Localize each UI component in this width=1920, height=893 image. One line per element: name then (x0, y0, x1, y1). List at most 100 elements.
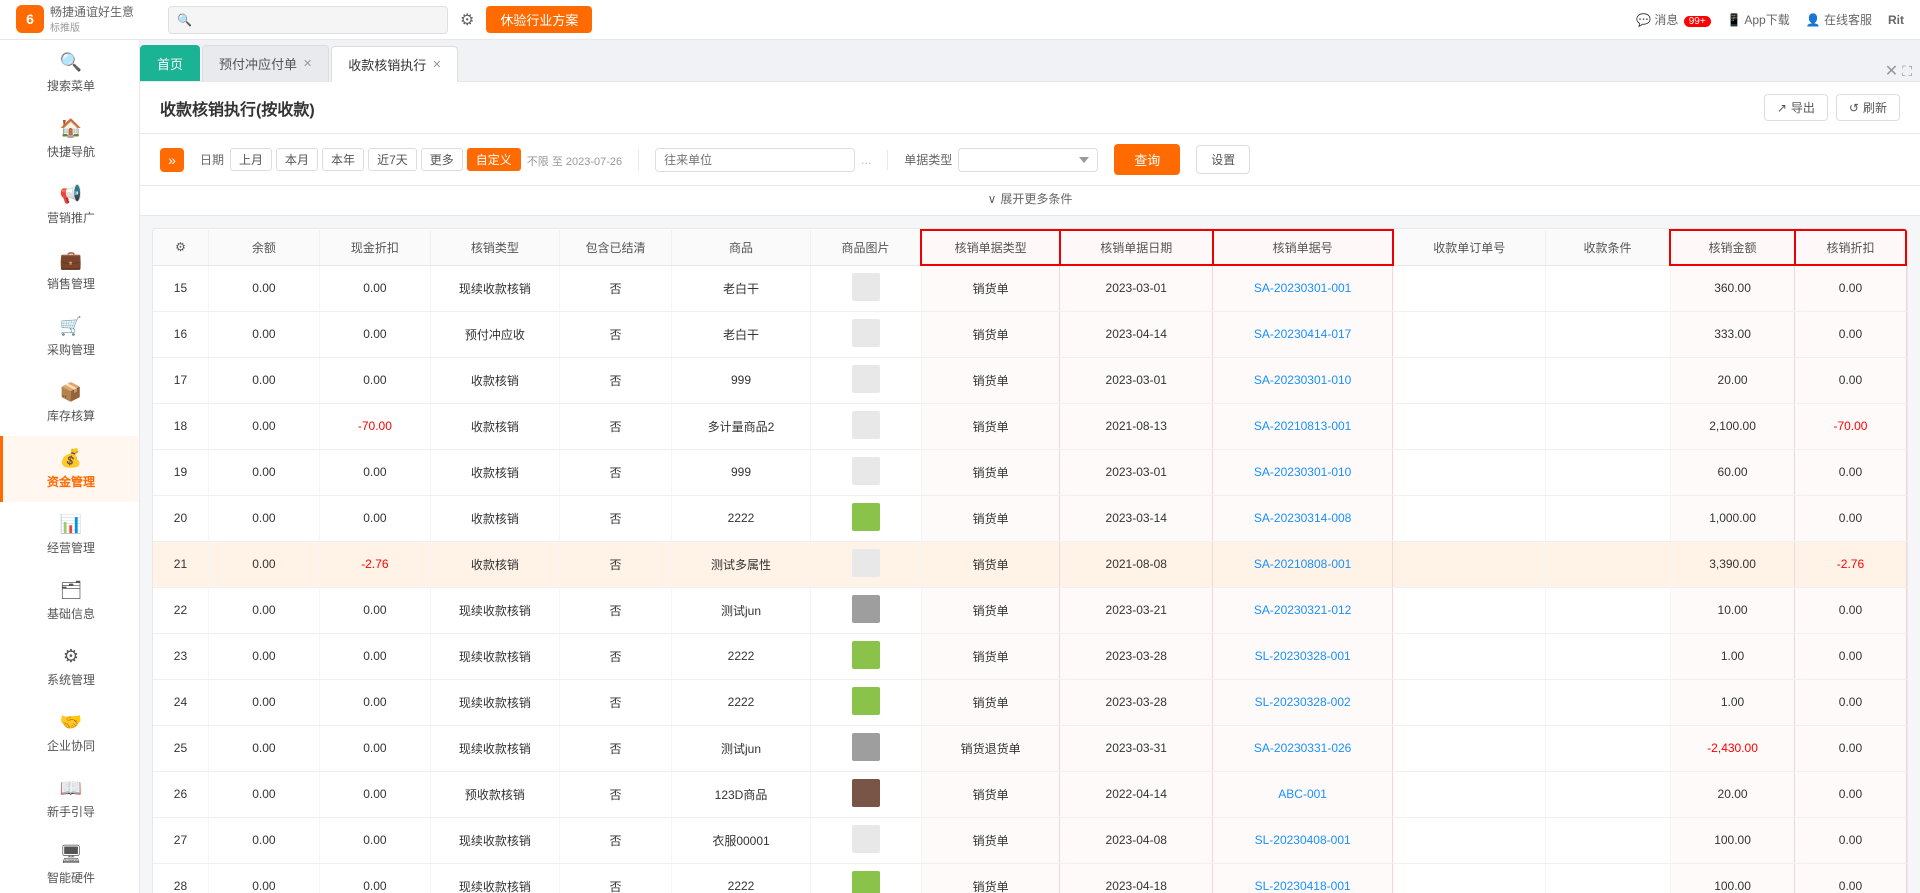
cell-voucher_no[interactable]: SA-20210808-001 (1213, 541, 1393, 587)
sidebar-item-quicknav[interactable]: 🏠快捷导航 (0, 106, 139, 172)
sidebar-item-label: 快捷导航 (47, 143, 95, 160)
tab-bar: 首页预付冲应付单✕收款核销执行✕ ✕ ⛶ (140, 40, 1920, 82)
sidebar-item-corp[interactable]: 🤝企业协同 (0, 700, 139, 766)
date-btn-this-year[interactable]: 本年 (322, 148, 364, 171)
table-row: 250.000.00现续收款核销否测试jun销货退货单2023-03-31SA-… (153, 725, 1906, 771)
industry-solution-button[interactable]: 休验行业方案 (486, 6, 592, 33)
voucher-no-link[interactable]: SL-20230328-002 (1255, 695, 1351, 709)
sidebar-item-guide[interactable]: 📖新手引导 (0, 766, 139, 832)
cell-voucher_no[interactable]: SA-20230331-026 (1213, 725, 1393, 771)
cell-voucher_no[interactable]: ABC-001 (1213, 771, 1393, 817)
cell-voucher_no[interactable]: SA-20230301-010 (1213, 357, 1393, 403)
cell-receipt_order (1393, 403, 1546, 449)
cell-voucher_no[interactable]: SA-20230301-001 (1213, 265, 1393, 311)
cell-voucher_type: 销货单 (921, 357, 1060, 403)
voucher-no-link[interactable]: SL-20230418-001 (1255, 879, 1351, 893)
voucher-no-link[interactable]: SA-20230301-001 (1254, 281, 1351, 295)
sidebar-item-marketing[interactable]: 📢营销推广 (0, 172, 139, 238)
export-button[interactable]: ↗ 导出 (1764, 94, 1828, 121)
voucher-no-link[interactable]: SA-20230331-026 (1254, 741, 1351, 755)
cell-voucher_no[interactable]: SA-20230301-010 (1213, 449, 1393, 495)
expand-conditions-button[interactable]: ∨ 展开更多条件 (988, 190, 1073, 207)
message-badge: 99+ (1684, 16, 1711, 27)
partner-input[interactable] (655, 148, 855, 172)
date-btn-this-month[interactable]: 本月 (276, 148, 318, 171)
date-btn-more[interactable]: 更多 (421, 148, 463, 171)
cell-verify_discount: 0.00 (1795, 587, 1906, 633)
cell-verify_amount: 60.00 (1670, 449, 1795, 495)
cell-included: 否 (559, 587, 671, 633)
settings-button[interactable]: 设置 (1196, 145, 1250, 174)
voucher-no-link[interactable]: SL-20230328-001 (1255, 649, 1351, 663)
voucher-no-link[interactable]: SL-20230408-001 (1255, 833, 1351, 847)
cell-voucher_no[interactable]: SA-20210813-001 (1213, 403, 1393, 449)
filter-divider-1 (638, 150, 639, 170)
cell-voucher_no[interactable]: SA-20230314-008 (1213, 495, 1393, 541)
close-window-icon[interactable]: ✕ (1885, 61, 1898, 81)
cell-included: 否 (559, 817, 671, 863)
top-search-bar[interactable]: 🔍 (168, 6, 448, 34)
app-download-button[interactable]: 📱 App下载 (1727, 11, 1790, 28)
cell-verify_type: 现续收款核销 (430, 633, 559, 679)
sidebar-item-basic[interactable]: 🗂基础信息 (0, 568, 139, 634)
voucher-no-link[interactable]: SA-20210813-001 (1254, 419, 1351, 433)
tab-close-collect[interactable]: ✕ (432, 58, 441, 71)
cell-product: 衣服00001 (672, 817, 811, 863)
cell-receipt_terms (1545, 587, 1670, 633)
tab-prepay[interactable]: 预付冲应付单✕ (202, 45, 329, 81)
cell-voucher_no[interactable]: SL-20230328-002 (1213, 679, 1393, 725)
gear-icon[interactable]: ⚙ (460, 10, 474, 30)
filter-toggle-button[interactable]: » (160, 148, 184, 172)
maximize-icon[interactable]: ⛶ (1902, 63, 1912, 80)
sidebar-item-sales[interactable]: 💼销售管理 (0, 238, 139, 304)
tab-bar-end: ✕ ⛶ (1885, 61, 1920, 81)
product-image (852, 871, 880, 893)
cell-voucher_no[interactable]: SA-20230414-017 (1213, 311, 1393, 357)
sidebar-item-system[interactable]: ⚙系统管理 (0, 634, 139, 700)
voucher-no-link[interactable]: SA-20230301-010 (1254, 373, 1351, 387)
sidebar-item-hardware[interactable]: 🖥智能硬件 (0, 832, 139, 893)
refresh-button[interactable]: ↺ 刷新 (1836, 94, 1900, 121)
tab-close-prepay[interactable]: ✕ (303, 57, 312, 70)
date-btn-last-month[interactable]: 上月 (230, 148, 272, 171)
cell-cash_discount: 0.00 (319, 495, 430, 541)
cell-verify_type: 现续收款核销 (430, 265, 559, 311)
query-button[interactable]: 查询 (1114, 144, 1180, 175)
date-btn-custom[interactable]: 自定义 (467, 148, 521, 171)
sidebar-item-search[interactable]: 🔍搜索菜单 (0, 40, 139, 106)
cell-voucher_type: 销货单 (921, 587, 1060, 633)
voucher-no-link[interactable]: SA-20210808-001 (1254, 557, 1351, 571)
product-image (852, 687, 880, 715)
cell-voucher_no[interactable]: SA-20230321-012 (1213, 587, 1393, 633)
sidebar-item-operations[interactable]: 📊经营管理 (0, 502, 139, 568)
sidebar-item-purchase[interactable]: 🛒采购管理 (0, 304, 139, 370)
cell-settings: 27 (153, 817, 208, 863)
cell-voucher_type: 销货退货单 (921, 725, 1060, 771)
cell-receipt_terms (1545, 311, 1670, 357)
sidebar-item-finance[interactable]: 💰资金管理 (0, 436, 139, 502)
cell-product: 测试jun (672, 725, 811, 771)
message-button[interactable]: 💬 消息 99+ (1636, 11, 1711, 28)
voucher-no-link[interactable]: SA-20230301-010 (1254, 465, 1351, 479)
voucher-no-link[interactable]: ABC-001 (1278, 787, 1327, 801)
tab-collect[interactable]: 收款核销执行✕ (331, 46, 458, 82)
voucher-type-select[interactable] (958, 148, 1098, 172)
online-service-button[interactable]: 👤 在线客服 (1806, 11, 1872, 28)
cell-voucher_no[interactable]: SL-20230328-001 (1213, 633, 1393, 679)
partner-filter-group: ... (655, 148, 871, 172)
tab-home[interactable]: 首页 (140, 45, 200, 81)
sidebar-item-inventory[interactable]: 📦库存核算 (0, 370, 139, 436)
voucher-no-link[interactable]: SA-20230321-012 (1254, 603, 1351, 617)
cell-balance: 0.00 (208, 265, 319, 311)
cell-included: 否 (559, 725, 671, 771)
voucher-no-link[interactable]: SA-20230314-008 (1254, 511, 1351, 525)
cell-verify_type: 收款核销 (430, 495, 559, 541)
cell-voucher_type: 销货单 (921, 817, 1060, 863)
date-btn-7days[interactable]: 近7天 (368, 148, 417, 171)
cell-verify_discount: 0.00 (1795, 357, 1906, 403)
cell-voucher_no[interactable]: SL-20230408-001 (1213, 817, 1393, 863)
voucher-no-link[interactable]: SA-20230414-017 (1254, 327, 1351, 341)
cell-settings: 15 (153, 265, 208, 311)
cell-voucher_no[interactable]: SL-20230418-001 (1213, 863, 1393, 893)
cell-voucher_type: 销货单 (921, 541, 1060, 587)
